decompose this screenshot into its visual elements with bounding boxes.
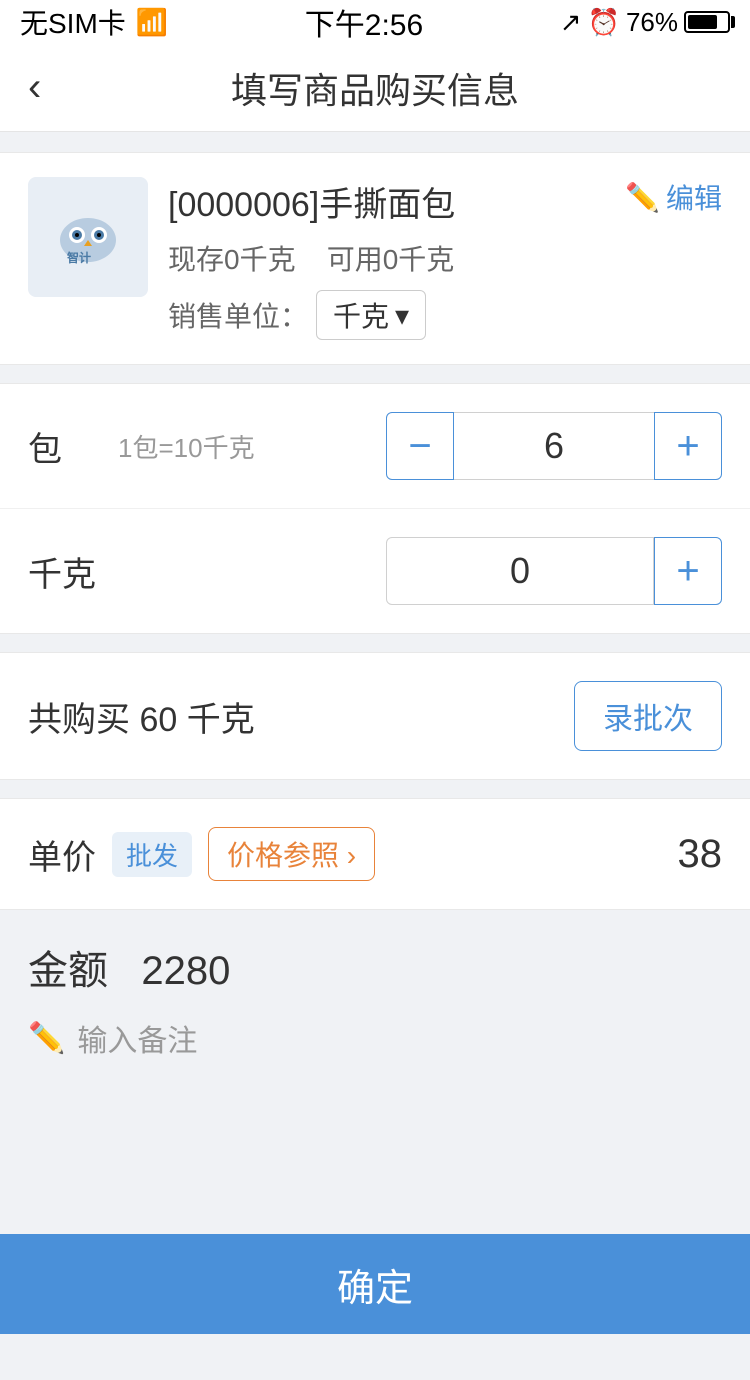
location-icon: ↗ <box>560 7 582 38</box>
price-value: 38 <box>678 832 723 877</box>
price-badge: 批发 <box>112 832 192 877</box>
edit-icon: ✏️ <box>625 181 660 214</box>
content-area <box>0 1080 750 1380</box>
qty-input-bags[interactable] <box>454 412 654 480</box>
battery-fill <box>688 15 717 29</box>
product-stock: 现存0千克 可用0千克 <box>168 238 722 278</box>
note-row[interactable]: ✏️ 输入备注 <box>28 1016 722 1080</box>
page-title: 填写商品购买信息 <box>231 62 519 114</box>
amount-section: 金额 2280 ✏️ 输入备注 <box>0 910 750 1080</box>
qty-label-kg: 千克 <box>28 547 108 596</box>
price-section: 单价 批发 价格参照 › 38 <box>0 798 750 910</box>
carrier-label: 无SIM卡 <box>20 2 126 42</box>
edit-label: 编辑 <box>666 177 722 217</box>
nav-bar: ‹ 填写商品购买信息 <box>0 44 750 132</box>
unit-arrow: ▾ <box>395 299 409 332</box>
status-right: ↗ ⏰ 76% <box>560 7 730 38</box>
qty-controls-bags: − + <box>386 412 722 480</box>
battery-percent: 76% <box>626 7 678 38</box>
amount-label: 金额 <box>28 949 108 993</box>
qty-hint-bags: 1包=10千克 <box>118 428 386 465</box>
amount-value: 2280 <box>141 949 230 993</box>
back-button[interactable]: ‹ <box>28 65 41 110</box>
status-left: 无SIM卡 📶 <box>20 2 168 42</box>
battery-icon <box>684 11 730 33</box>
pencil-icon: ✏️ <box>28 1021 65 1056</box>
svg-text:智计: 智计 <box>66 250 91 265</box>
status-bar: 无SIM卡 📶 下午2:56 ↗ ⏰ 76% <box>0 0 750 44</box>
product-image: 智计 <box>28 177 148 297</box>
product-unit-row: 销售单位： 千克 ▾ <box>168 290 722 340</box>
confirm-button[interactable]: 确定 <box>0 1234 750 1334</box>
wifi-icon: 📶 <box>136 7 168 38</box>
quantity-row-bags: 包 1包=10千克 − + <box>0 384 750 509</box>
unit-select[interactable]: 千克 ▾ <box>316 290 426 340</box>
unit-value: 千克 <box>333 295 389 335</box>
alarm-icon: ⏰ <box>588 7 620 38</box>
qty-minus-bags[interactable]: − <box>386 412 454 480</box>
qty-controls-kg: + <box>386 537 722 605</box>
quantity-row-kg: 千克 + <box>0 509 750 633</box>
total-row: 共购买 60 千克 录批次 <box>0 652 750 780</box>
qty-plus-bags[interactable]: + <box>654 412 722 480</box>
price-ref-button[interactable]: 价格参照 › <box>208 827 375 881</box>
batch-button[interactable]: 录批次 <box>574 681 722 751</box>
qty-label-bags: 包 <box>28 422 108 471</box>
price-label: 单价 <box>28 830 96 879</box>
qty-plus-kg[interactable]: + <box>654 537 722 605</box>
quantity-section: 包 1包=10千克 − + 千克 + <box>0 383 750 634</box>
unit-label: 销售单位： <box>168 295 308 335</box>
product-logo: 智计 <box>53 210 123 265</box>
note-placeholder: 输入备注 <box>77 1016 197 1060</box>
amount-row: 金额 2280 <box>28 938 722 996</box>
total-text: 共购买 60 千克 <box>28 692 255 741</box>
status-time: 下午2:56 <box>305 0 423 44</box>
edit-button[interactable]: ✏️ 编辑 <box>625 177 722 217</box>
qty-input-kg[interactable] <box>386 537 654 605</box>
product-card: 智计 [0000006]手撕面包 现存0千克 可用0千克 销售单位： 千克 ▾ … <box>0 152 750 365</box>
